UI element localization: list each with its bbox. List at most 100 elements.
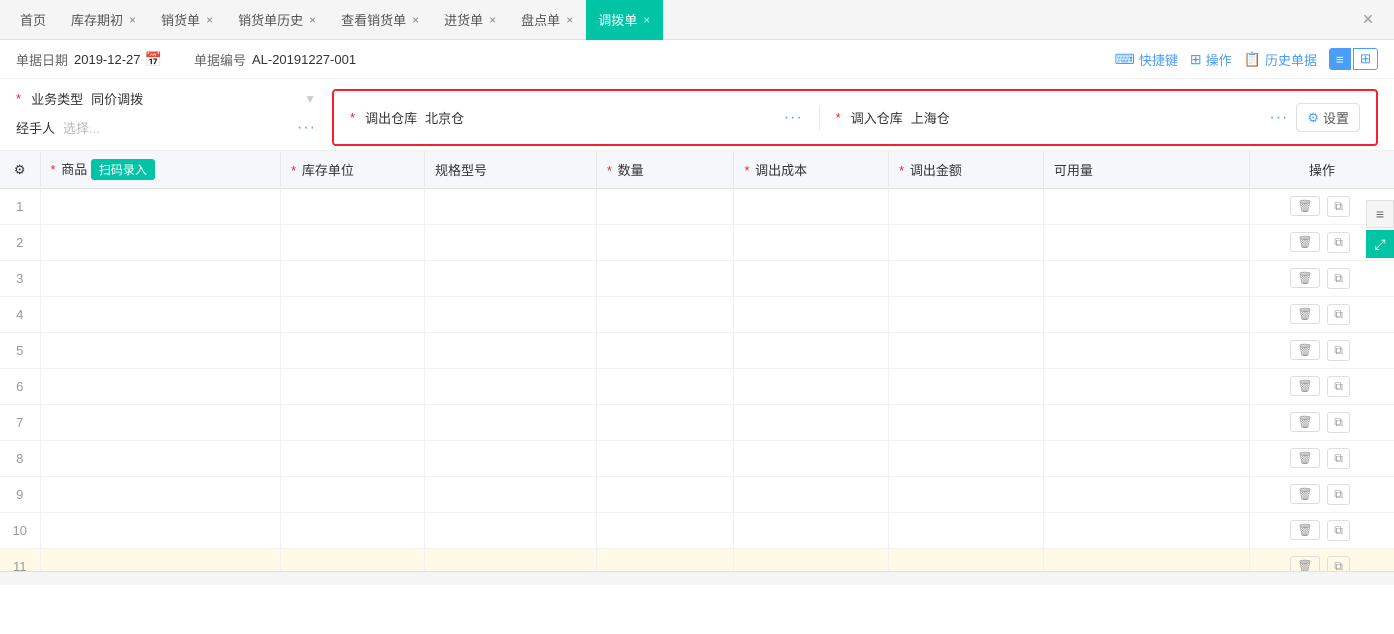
row-copy-button-10[interactable]: ⧉ [1327, 520, 1350, 541]
row-cost-9[interactable] [734, 477, 889, 513]
view-list-button[interactable]: ≡ [1329, 48, 1351, 70]
row-unit-4[interactable] [281, 297, 425, 333]
row-qty-11[interactable] [596, 549, 734, 572]
row-amount-11[interactable] [889, 549, 1044, 572]
row-cost-1[interactable] [734, 189, 889, 225]
row-amount-9[interactable] [889, 477, 1044, 513]
row-unit-8[interactable] [281, 441, 425, 477]
row-copy-button-5[interactable]: ⧉ [1327, 340, 1350, 361]
tab-stocktake[interactable]: 盘点单 × [509, 0, 586, 40]
tab-inventory-init[interactable]: 库存期初 × [59, 0, 149, 40]
row-copy-button-11[interactable]: ⧉ [1327, 556, 1350, 571]
row-delete-button-5[interactable]: 🗑 [1290, 340, 1319, 360]
row-spec-1[interactable] [425, 189, 597, 225]
scan-entry-button[interactable]: 扫码录入 [91, 159, 155, 180]
row-qty-10[interactable] [596, 513, 734, 549]
row-amount-6[interactable] [889, 369, 1044, 405]
row-unit-5[interactable] [281, 333, 425, 369]
window-close-button[interactable]: × [1350, 2, 1386, 38]
row-cost-2[interactable] [734, 225, 889, 261]
row-copy-button-2[interactable]: ⧉ [1327, 232, 1350, 253]
handler-more-button[interactable]: ··· [297, 119, 316, 137]
row-cost-7[interactable] [734, 405, 889, 441]
warehouse-out-value[interactable]: 北京仓 [425, 108, 464, 127]
row-spec-2[interactable] [425, 225, 597, 261]
row-cost-4[interactable] [734, 297, 889, 333]
row-unit-7[interactable] [281, 405, 425, 441]
row-available-1[interactable] [1043, 189, 1249, 225]
shortcut-button[interactable]: ⌨ 快捷键 [1115, 50, 1178, 69]
row-amount-1[interactable] [889, 189, 1044, 225]
row-spec-6[interactable] [425, 369, 597, 405]
warehouse-out-more-button[interactable]: ··· [784, 109, 803, 127]
row-copy-button-4[interactable]: ⧉ [1327, 304, 1350, 325]
row-delete-button-6[interactable]: 🗑 [1290, 376, 1319, 396]
row-product-3[interactable] [40, 261, 281, 297]
row-unit-9[interactable] [281, 477, 425, 513]
tab-purchase-order-close[interactable]: × [489, 13, 496, 27]
row-spec-4[interactable] [425, 297, 597, 333]
tab-sales-history[interactable]: 销货单历史 × [226, 0, 329, 40]
row-available-7[interactable] [1043, 405, 1249, 441]
tab-inventory-init-close[interactable]: × [129, 13, 136, 27]
row-copy-button-6[interactable]: ⧉ [1327, 376, 1350, 397]
row-cost-10[interactable] [734, 513, 889, 549]
row-available-11[interactable] [1043, 549, 1249, 572]
row-available-8[interactable] [1043, 441, 1249, 477]
row-cost-5[interactable] [734, 333, 889, 369]
row-spec-11[interactable] [425, 549, 597, 572]
row-copy-button-1[interactable]: ⧉ [1327, 196, 1350, 217]
row-amount-2[interactable] [889, 225, 1044, 261]
tab-stocktake-close[interactable]: × [566, 13, 573, 27]
row-qty-2[interactable] [596, 225, 734, 261]
bottom-scroll-bar[interactable] [0, 571, 1394, 585]
row-product-2[interactable] [40, 225, 281, 261]
row-unit-2[interactable] [281, 225, 425, 261]
row-delete-button-11[interactable]: 🗑 [1290, 556, 1319, 571]
row-cost-3[interactable] [734, 261, 889, 297]
row-copy-button-7[interactable]: ⧉ [1327, 412, 1350, 433]
side-list-icon[interactable]: ≡ [1366, 200, 1394, 228]
row-delete-button-2[interactable]: 🗑 [1290, 232, 1319, 252]
calendar-icon[interactable]: 📅 [145, 51, 162, 68]
row-delete-button-8[interactable]: 🗑 [1290, 448, 1319, 468]
tab-view-sales[interactable]: 查看销货单 × [329, 0, 432, 40]
row-product-1[interactable] [40, 189, 281, 225]
row-spec-5[interactable] [425, 333, 597, 369]
tab-transfer[interactable]: 调拨单 × [586, 0, 663, 40]
row-amount-5[interactable] [889, 333, 1044, 369]
row-spec-8[interactable] [425, 441, 597, 477]
row-delete-button-10[interactable]: 🗑 [1290, 520, 1319, 540]
row-qty-6[interactable] [596, 369, 734, 405]
row-product-10[interactable] [40, 513, 281, 549]
row-copy-button-3[interactable]: ⧉ [1327, 268, 1350, 289]
handler-placeholder[interactable]: 选择... [63, 118, 289, 137]
row-available-9[interactable] [1043, 477, 1249, 513]
tab-sales-history-close[interactable]: × [309, 13, 316, 27]
business-type-dropdown-arrow[interactable]: ▼ [304, 92, 316, 106]
row-available-10[interactable] [1043, 513, 1249, 549]
tab-transfer-close[interactable]: × [643, 13, 650, 27]
history-button[interactable]: 📋 历史单据 [1244, 50, 1317, 69]
th-gear[interactable]: ⚙ [0, 151, 40, 189]
row-cost-6[interactable] [734, 369, 889, 405]
row-delete-button-3[interactable]: 🗑 [1290, 268, 1319, 288]
warehouse-in-value[interactable]: 上海仓 [911, 108, 950, 127]
row-copy-button-8[interactable]: ⧉ [1327, 448, 1350, 469]
row-cost-11[interactable] [734, 549, 889, 572]
row-amount-8[interactable] [889, 441, 1044, 477]
settings-button[interactable]: ⚙ 设置 [1296, 103, 1360, 132]
row-cost-8[interactable] [734, 441, 889, 477]
row-available-2[interactable] [1043, 225, 1249, 261]
row-product-9[interactable] [40, 477, 281, 513]
row-spec-9[interactable] [425, 477, 597, 513]
row-delete-button-9[interactable]: 🗑 [1290, 484, 1319, 504]
view-grid-button[interactable]: ⊞ [1353, 48, 1378, 70]
row-available-4[interactable] [1043, 297, 1249, 333]
row-qty-3[interactable] [596, 261, 734, 297]
row-amount-3[interactable] [889, 261, 1044, 297]
row-unit-11[interactable] [281, 549, 425, 572]
row-product-6[interactable] [40, 369, 281, 405]
row-available-6[interactable] [1043, 369, 1249, 405]
row-delete-button-4[interactable]: 🗑 [1290, 304, 1319, 324]
